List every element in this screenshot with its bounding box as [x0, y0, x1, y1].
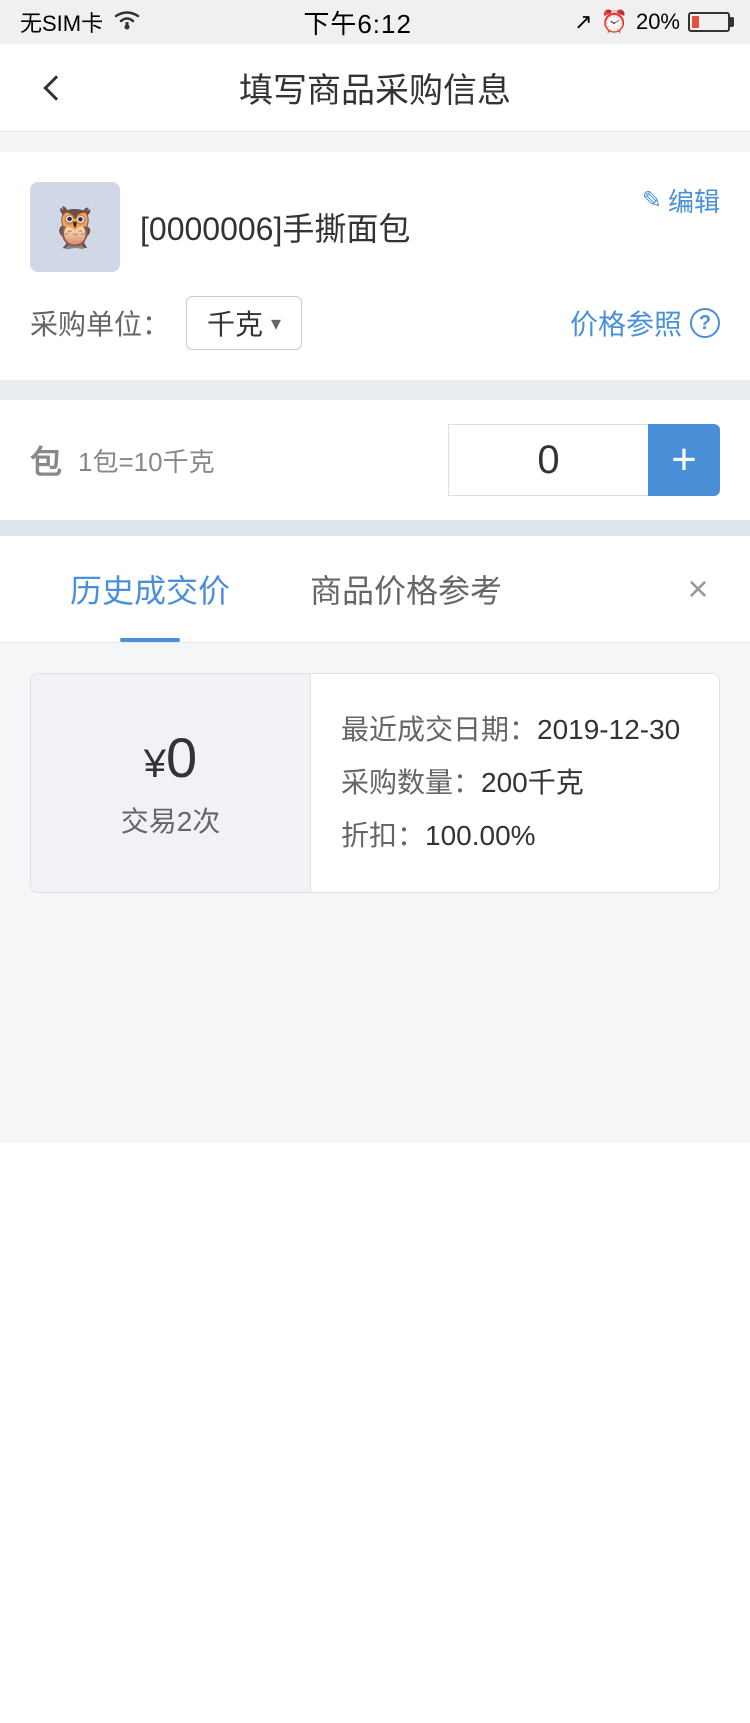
purchase-qty-label: 采购数量：	[341, 767, 481, 798]
last-trade-date-value: 2019-12-30	[537, 714, 680, 745]
history-card-right: 最近成交日期：2019-12-30 采购数量：200千克 折扣：100.00%	[311, 674, 719, 892]
price-ref-label: 价格参照	[570, 303, 682, 343]
unit-select[interactable]: 千克 ▾	[186, 296, 302, 350]
edit-label: 编辑	[668, 182, 720, 219]
content-area: ¥0 交易2次 最近成交日期：2019-12-30 采购数量：200千克 折扣：…	[0, 643, 750, 1143]
status-bar: 无SIM卡 下午6:12 ↗ ⏰ 20%	[0, 0, 750, 44]
last-trade-date-row: 最近成交日期：2019-12-30	[341, 710, 689, 749]
dropdown-arrow-icon: ▾	[271, 311, 281, 336]
back-button[interactable]	[30, 66, 74, 110]
nav-bar: 填写商品采购信息	[0, 44, 750, 132]
product-name: [0000006]手撕面包	[140, 204, 410, 250]
history-card-left: ¥0 交易2次	[31, 674, 311, 892]
tab-history-label: 历史成交价	[70, 573, 230, 609]
price-reference-button[interactable]: 价格参照 ?	[570, 303, 720, 343]
status-right: ↗ ⏰ 20%	[574, 9, 730, 35]
help-icon: ?	[690, 308, 720, 338]
unit-equivalence: 1包=10千克	[78, 442, 215, 479]
purchase-qty-value: 200千克	[481, 767, 584, 798]
quantity-plus-button[interactable]: +	[648, 424, 720, 496]
tabs-container: 历史成交价 商品价格参考 ×	[0, 536, 750, 643]
tab-price-ref-label: 商品价格参考	[310, 573, 502, 609]
product-card: 🦉 [0000006]手撕面包 ✎ 编辑 采购单位： 千克 ▾ 价格参照 ?	[0, 152, 750, 380]
page-title: 填写商品采购信息	[239, 63, 511, 112]
price-display: ¥0	[144, 725, 197, 790]
tabs-row: 历史成交价 商品价格参考 ×	[0, 536, 750, 642]
quantity-control: +	[448, 424, 720, 496]
product-left: 🦉 [0000006]手撕面包	[30, 182, 410, 272]
discount-value: 100.00%	[425, 820, 536, 851]
gray-divider	[0, 520, 750, 536]
signal-text: 无SIM卡	[20, 6, 103, 38]
quantity-row: 包 1包=10千克 +	[0, 400, 750, 520]
purchase-qty-row: 采购数量：200千克	[341, 763, 689, 802]
close-icon: ×	[687, 568, 708, 610]
bottom-space	[0, 1143, 750, 1723]
quantity-input[interactable]	[448, 424, 648, 496]
section-divider	[0, 380, 750, 400]
procurement-row: 采购单位： 千克 ▾ 价格参照 ?	[30, 296, 720, 350]
back-arrow-icon	[43, 75, 68, 100]
location-icon: ↗	[574, 9, 592, 35]
tab-underline	[120, 638, 180, 642]
unit-info: 包 1包=10千克	[30, 437, 215, 483]
price-value: 0	[166, 726, 197, 789]
discount-label: 折扣：	[341, 820, 425, 851]
product-thumbnail: 🦉	[30, 182, 120, 272]
edit-icon: ✎	[642, 186, 662, 215]
product-id: [0000006]	[140, 211, 282, 247]
product-header: 🦉 [0000006]手撕面包 ✎ 编辑	[30, 182, 720, 272]
tab-close-button[interactable]: ×	[676, 567, 720, 611]
tab-history-price[interactable]: 历史成交价	[30, 536, 270, 642]
status-time: 下午6:12	[303, 4, 412, 41]
product-image-icon: 🦉	[50, 204, 100, 251]
currency-symbol: ¥	[144, 742, 166, 786]
procurement-left: 采购单位： 千克 ▾	[30, 296, 302, 350]
trade-count: 交易2次	[121, 800, 221, 840]
wifi-icon	[113, 8, 141, 36]
battery-icon	[688, 12, 730, 32]
last-trade-date-label: 最近成交日期：	[341, 714, 537, 745]
history-card: ¥0 交易2次 最近成交日期：2019-12-30 采购数量：200千克 折扣：…	[30, 673, 720, 893]
battery-percent: 20%	[636, 9, 680, 35]
edit-button[interactable]: ✎ 编辑	[642, 182, 720, 219]
battery-fill	[692, 16, 699, 28]
unit-value: 千克	[207, 303, 263, 343]
discount-row: 折扣：100.00%	[341, 816, 689, 855]
status-left: 无SIM卡	[20, 6, 141, 38]
product-title: 手撕面包	[282, 211, 410, 247]
tab-price-reference[interactable]: 商品价格参考	[270, 536, 542, 642]
procurement-unit-label: 采购单位：	[30, 303, 170, 343]
alarm-icon: ⏰	[601, 9, 628, 35]
unit-label: 包	[30, 437, 62, 483]
